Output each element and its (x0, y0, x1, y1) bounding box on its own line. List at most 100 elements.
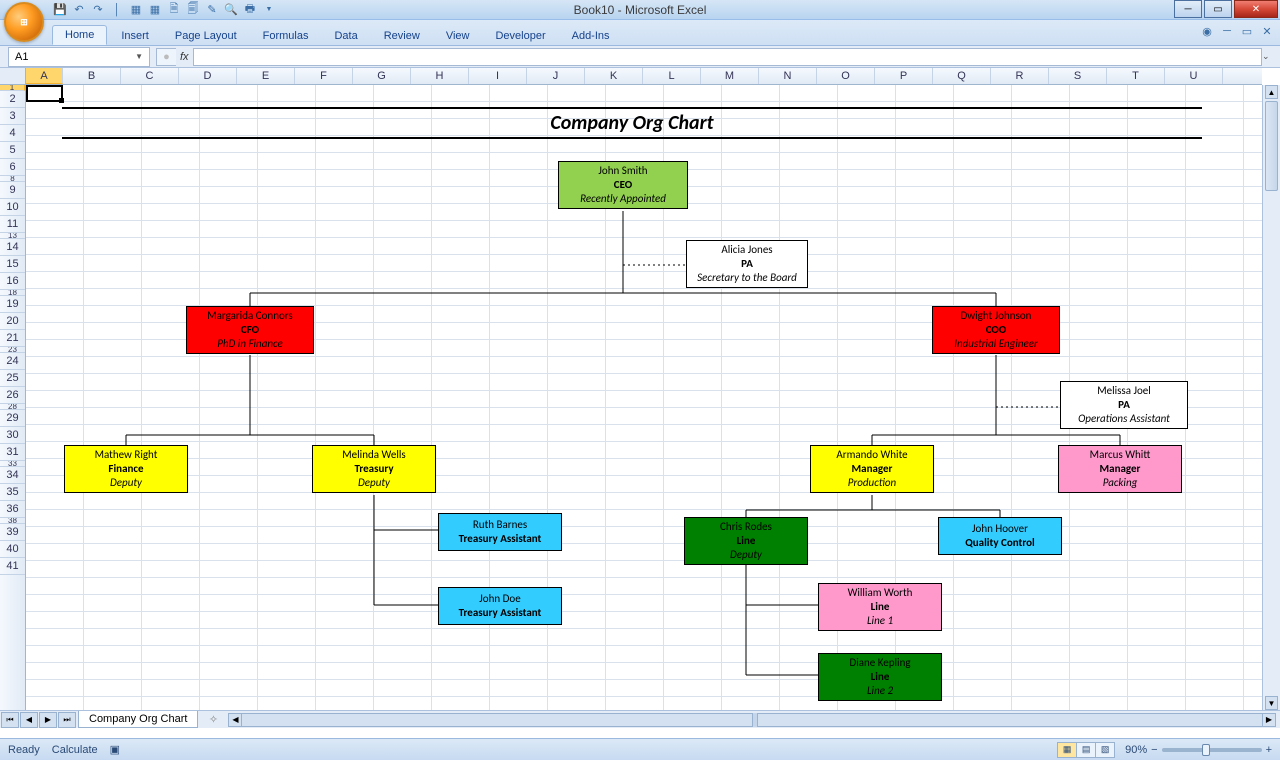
hscroll-split[interactable] (752, 713, 758, 727)
scroll-down-icon[interactable]: ▼ (1265, 696, 1278, 710)
new-sheet-icon[interactable]: ✧ (202, 712, 224, 728)
row-39[interactable]: 39 (0, 524, 25, 541)
node-treasury-asst-1[interactable]: Ruth Barnes Treasury Assistant (438, 513, 562, 551)
tab-view[interactable]: View (434, 27, 482, 45)
row-29[interactable]: 29 (0, 410, 25, 427)
col-F[interactable]: F (295, 68, 353, 84)
close-button[interactable]: ✕ (1234, 0, 1278, 18)
row-5[interactable]: 5 (0, 142, 25, 159)
row-36[interactable]: 36 (0, 501, 25, 518)
row-35[interactable]: 35 (0, 484, 25, 501)
row-14[interactable]: 14 (0, 239, 25, 256)
col-H[interactable]: H (411, 68, 469, 84)
view-page-layout-icon[interactable]: ▤ (1076, 742, 1096, 758)
col-N[interactable]: N (759, 68, 817, 84)
col-R[interactable]: R (991, 68, 1049, 84)
expand-formula-bar-icon[interactable]: ⌄ (1262, 51, 1276, 62)
zoom-out-icon[interactable]: − (1151, 744, 1157, 756)
tab-data[interactable]: Data (322, 27, 369, 45)
row-34[interactable]: 34 (0, 467, 25, 484)
col-J[interactable]: J (527, 68, 585, 84)
node-cfo[interactable]: Margarida Connors CFO PhD in Finance (186, 306, 314, 354)
row-26[interactable]: 26 (0, 387, 25, 404)
workbook-restore-icon[interactable]: ▭ (1240, 24, 1254, 38)
col-Q[interactable]: Q (933, 68, 991, 84)
node-mgr-production[interactable]: Armando White Manager Production (810, 445, 934, 493)
row-4[interactable]: 4 (0, 125, 25, 142)
column-headers[interactable]: A B C D E F G H I J K L M N O P Q R S T … (26, 68, 1262, 85)
save-icon[interactable]: 💾 (52, 2, 68, 18)
name-box-dropdown-icon[interactable]: ▼ (135, 52, 143, 61)
col-U[interactable]: U (1165, 68, 1223, 84)
row-20[interactable]: 20 (0, 313, 25, 330)
sheet-tab-active[interactable]: Company Org Chart (78, 711, 198, 728)
col-L[interactable]: L (643, 68, 701, 84)
row-41[interactable]: 41 (0, 558, 25, 575)
col-T[interactable]: T (1107, 68, 1165, 84)
fx-label[interactable]: fx (176, 51, 193, 63)
node-coo[interactable]: Dwight Johnson COO Industrial Engineer (932, 306, 1060, 354)
print-preview-icon[interactable]: 🔍 (223, 2, 239, 18)
node-line-deputy[interactable]: Chris Rodes Line Deputy (684, 517, 808, 565)
row-2[interactable]: 2 (0, 91, 25, 108)
minimize-button[interactable]: ─ (1174, 0, 1202, 18)
node-line-1[interactable]: William Worth Line Line 1 (818, 583, 942, 631)
row-24[interactable]: 24 (0, 353, 25, 370)
col-I[interactable]: I (469, 68, 527, 84)
vscroll-thumb[interactable] (1265, 101, 1278, 191)
col-A[interactable]: A (26, 68, 63, 84)
node-mgr-packing[interactable]: Marcus Whitt Manager Packing (1058, 445, 1182, 493)
tab-review[interactable]: Review (372, 27, 432, 45)
sheet-first-icon[interactable]: ⏮ (1, 712, 19, 728)
zoom-in-icon[interactable]: + (1266, 744, 1272, 756)
ribbon-minimize-icon[interactable]: ─ (1220, 24, 1234, 38)
active-cell[interactable] (26, 85, 63, 102)
qat-icon-5[interactable]: ✎ (204, 2, 220, 18)
redo-icon[interactable]: ↷ (90, 2, 106, 18)
qat-icon-1[interactable]: ▦ (128, 2, 144, 18)
node-treasury-asst-2[interactable]: John Doe Treasury Assistant (438, 587, 562, 625)
row-25[interactable]: 25 (0, 370, 25, 387)
node-pa-ops[interactable]: Melissa Joel PA Operations Assistant (1060, 381, 1188, 429)
vertical-scrollbar[interactable]: ▲ ▼ (1262, 85, 1280, 710)
col-C[interactable]: C (121, 68, 179, 84)
help-icon[interactable]: ◉ (1200, 24, 1214, 38)
tab-insert[interactable]: Insert (109, 27, 161, 45)
cancel-formula-icon[interactable]: ● (156, 48, 176, 66)
zoom-slider[interactable] (1162, 748, 1262, 752)
scroll-up-icon[interactable]: ▲ (1265, 85, 1278, 99)
workbook-close-icon[interactable]: ✕ (1260, 24, 1274, 38)
office-button[interactable]: ⊞ (4, 2, 44, 42)
node-ceo[interactable]: John Smith CEO Recently Appointed (558, 161, 688, 209)
row-6[interactable]: 6 (0, 159, 25, 176)
col-B[interactable]: B (63, 68, 121, 84)
view-normal-icon[interactable]: ▦ (1057, 742, 1077, 758)
row-21[interactable]: 21 (0, 330, 25, 347)
scroll-right-icon[interactable]: ▶ (1262, 713, 1276, 727)
node-pa-board[interactable]: Alicia Jones PA Secretary to the Board (686, 240, 808, 288)
node-line-2[interactable]: Diane Kepling Line Line 2 (818, 653, 942, 701)
col-G[interactable]: G (353, 68, 411, 84)
col-M[interactable]: M (701, 68, 759, 84)
qat-icon-4[interactable]: 🗐 (185, 2, 201, 18)
tab-formulas[interactable]: Formulas (251, 27, 321, 45)
col-S[interactable]: S (1049, 68, 1107, 84)
select-all-corner[interactable] (0, 68, 26, 85)
tab-developer[interactable]: Developer (483, 27, 557, 45)
horizontal-scrollbar[interactable]: ◀ ▶ (228, 713, 1276, 727)
node-quality-control[interactable]: John Hoover Quality Control (938, 517, 1062, 555)
zoom-thumb[interactable] (1202, 744, 1210, 756)
tab-addins[interactable]: Add-Ins (560, 27, 622, 45)
qat-icon-3[interactable]: 🗎 (166, 2, 182, 18)
name-box[interactable]: A1 ▼ (8, 47, 150, 67)
tab-home[interactable]: Home (52, 25, 107, 45)
col-D[interactable]: D (179, 68, 237, 84)
undo-icon[interactable]: ↶ (71, 2, 87, 18)
col-K[interactable]: K (585, 68, 643, 84)
qat-icon-2[interactable]: ▦ (147, 2, 163, 18)
sheet-last-icon[interactable]: ⏭ (58, 712, 76, 728)
row-40[interactable]: 40 (0, 541, 25, 558)
print-icon[interactable]: 🖶 (242, 2, 258, 18)
sheet-prev-icon[interactable]: ◀ (20, 712, 38, 728)
row-10[interactable]: 10 (0, 199, 25, 216)
